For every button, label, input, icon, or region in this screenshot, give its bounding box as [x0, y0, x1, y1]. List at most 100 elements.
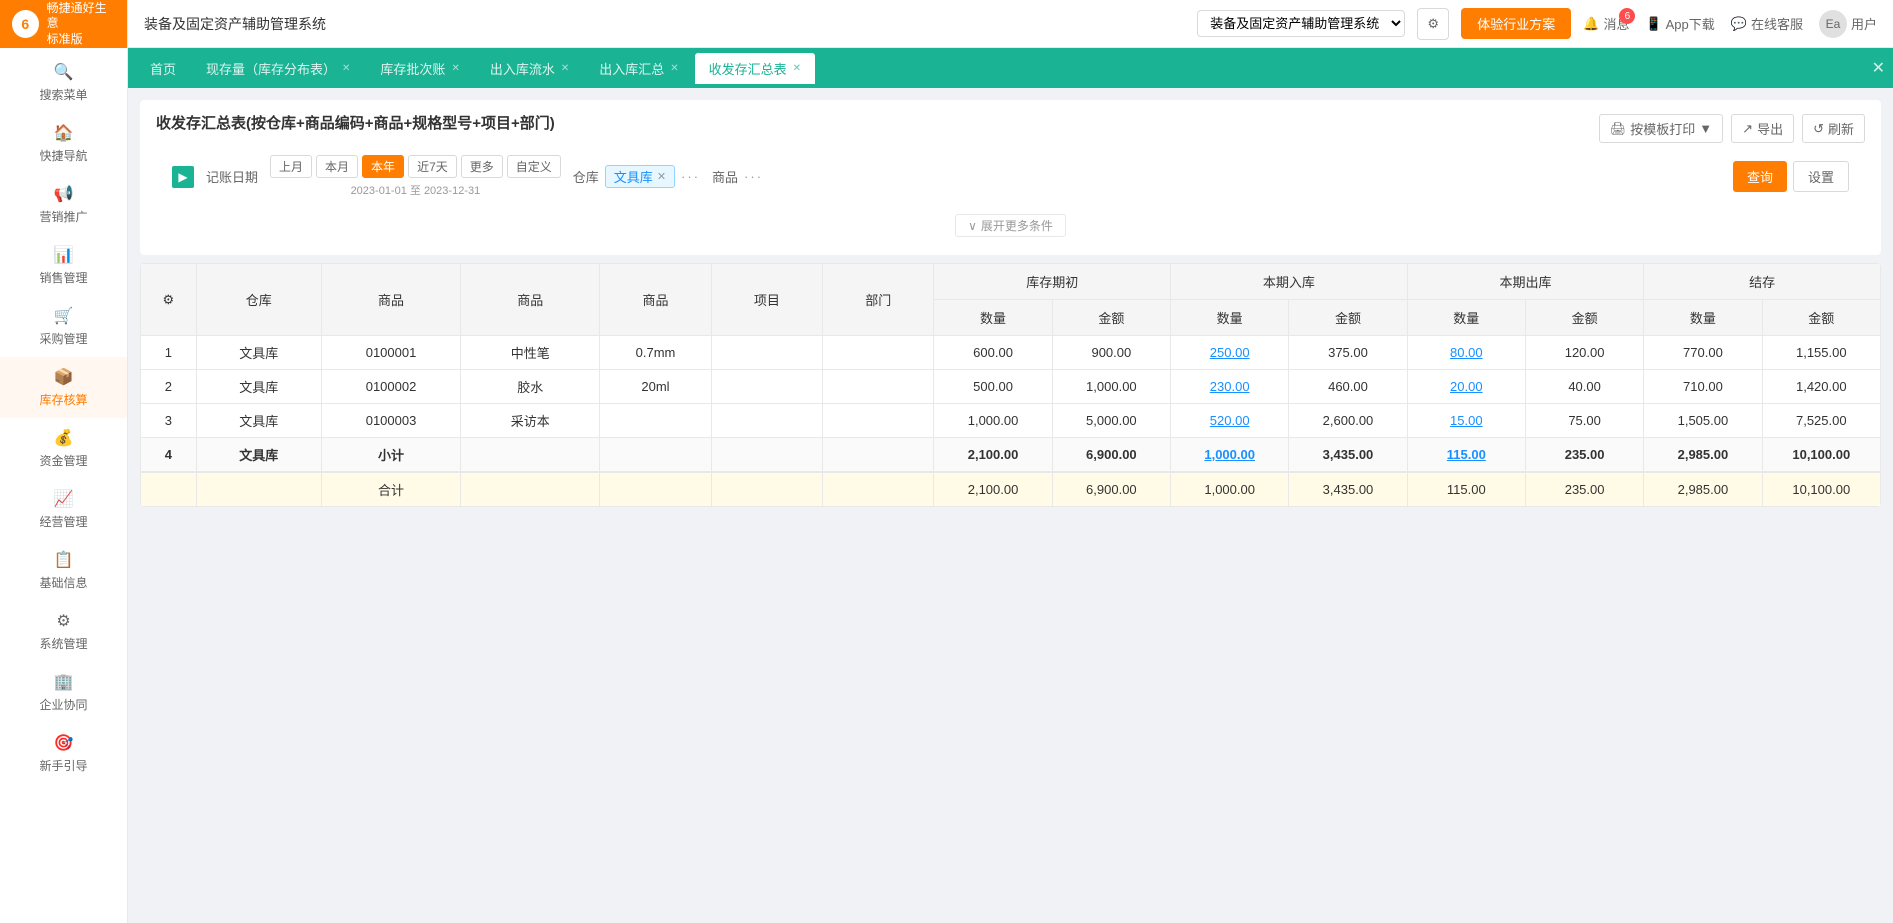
sidebar-item-basic-info[interactable]: 📋 基础信息 — [0, 540, 127, 601]
tab-receive-summary[interactable]: 收发存汇总表 ✕ — [695, 53, 815, 84]
subtotal-in-qty[interactable]: 1,000.00 — [1171, 438, 1289, 473]
settings-button[interactable]: ⚙ — [1417, 8, 1449, 40]
row1-out-amt: 120.00 — [1525, 336, 1643, 370]
tab-close-batch[interactable]: ✕ — [451, 63, 459, 74]
subtotal-goods — [461, 438, 600, 473]
spec-col-header: 商品 — [600, 264, 711, 336]
refresh-button[interactable]: ↺ 刷新 — [1802, 114, 1865, 143]
warehouse-tag-close[interactable]: ✕ — [657, 170, 666, 183]
app-download-item[interactable]: 📱 App下载 — [1645, 14, 1714, 33]
balance-col-header: 结存 — [1644, 264, 1881, 300]
tab-inventory-dist[interactable]: 现存量（库存分布表） ✕ — [192, 53, 364, 84]
tab-inout-summary[interactable]: 出入库汇总 ✕ — [585, 53, 692, 84]
row1-spec: 0.7mm — [600, 336, 711, 370]
date-btn-more[interactable]: 更多 — [461, 155, 503, 178]
date-btn-last-month[interactable]: 上月 — [270, 155, 312, 178]
sidebar-item-enterprise[interactable]: 🏢 企业协同 — [0, 662, 127, 723]
filter-setting-button[interactable]: 设置 — [1793, 161, 1849, 192]
row3-in-qty[interactable]: 520.00 — [1171, 404, 1289, 438]
user-item[interactable]: Ea 用户 — [1819, 10, 1877, 38]
row3-project — [711, 404, 822, 438]
tab-close-receive-summary[interactable]: ✕ — [793, 63, 801, 74]
row2-goods: 胶水 — [461, 370, 600, 404]
tab-inout-flow[interactable]: 出入库流水 ✕ — [476, 53, 583, 84]
online-service-label: 在线客服 — [1751, 14, 1803, 33]
sidebar-item-system[interactable]: ⚙ 系统管理 — [0, 601, 127, 662]
date-range-text: 2023-01-01 至 2023-12-31 — [351, 182, 481, 198]
logo-icon: 6 — [12, 10, 39, 38]
bal-amt-header: 金额 — [1762, 300, 1880, 336]
row1-project — [711, 336, 822, 370]
row1-out-qty[interactable]: 80.00 — [1407, 336, 1525, 370]
sidebar-item-quick-nav[interactable]: 🏠 快捷导航 — [0, 113, 127, 174]
row3-warehouse: 文具库 — [196, 404, 321, 438]
notification-item[interactable]: 🔔 消息 6 — [1583, 14, 1629, 33]
filter-expand-arrow[interactable]: ▶ — [172, 166, 194, 188]
tab-close-inventory-dist[interactable]: ✕ — [342, 63, 350, 74]
date-btn-7days[interactable]: 近7天 — [408, 155, 457, 178]
page-header: 收发存汇总表(按仓库+商品编码+商品+规格型号+项目+部门) 🖨 按模板打印 ▼… — [140, 100, 1881, 255]
row1-opening-qty: 600.00 — [934, 336, 1052, 370]
tab-bar: 首页 现存量（库存分布表） ✕ 库存批次账 ✕ 出入库流水 ✕ 出入库汇总 ✕ … — [128, 48, 1893, 88]
row3-out-qty[interactable]: 15.00 — [1407, 404, 1525, 438]
table-row: 1 文具库 0100001 中性笔 0.7mm 600.00 900.00 25… — [141, 336, 1881, 370]
system-icon: ⚙ — [56, 611, 70, 631]
system-select[interactable]: 装备及固定资产辅助管理系统 — [1197, 10, 1405, 37]
row1-code: 0100001 — [321, 336, 460, 370]
subtotal-dept — [823, 438, 934, 473]
sidebar-item-inventory[interactable]: 📦 库存核算 — [0, 357, 127, 418]
sidebar-item-marketing[interactable]: 📢 营销推广 — [0, 174, 127, 235]
mobile-icon: 📱 — [1645, 16, 1661, 32]
online-service-item[interactable]: 💬 在线客服 — [1731, 14, 1803, 33]
sidebar-item-operation[interactable]: 📈 经营管理 — [0, 479, 127, 540]
trial-button[interactable]: 体验行业方案 — [1461, 8, 1571, 39]
row1-in-qty[interactable]: 250.00 — [1171, 336, 1289, 370]
total-opening-qty: 2,100.00 — [934, 472, 1052, 507]
row2-out-qty[interactable]: 20.00 — [1407, 370, 1525, 404]
sidebar-item-guide[interactable]: 🎯 新手引导 — [0, 723, 127, 784]
enterprise-icon: 🏢 — [54, 672, 74, 692]
tab-bar-close[interactable]: ✕ — [1872, 58, 1885, 78]
total-bal-qty: 2,985.00 — [1644, 472, 1762, 507]
goods-filter-dots[interactable]: ··· — [744, 169, 763, 184]
query-button[interactable]: 查询 — [1733, 161, 1787, 192]
sidebar-item-finance[interactable]: 💰 资金管理 — [0, 418, 127, 479]
table-row: 3 文具库 0100003 采访本 1,000.00 5,000.00 520.… — [141, 404, 1881, 438]
subtotal-opening-qty: 2,100.00 — [934, 438, 1052, 473]
date-btn-this-month[interactable]: 本月 — [316, 155, 358, 178]
warehouse-col-header: 仓库 — [196, 264, 321, 336]
app-download-label: App下载 — [1666, 14, 1715, 33]
date-btn-custom[interactable]: 自定义 — [507, 155, 561, 178]
tab-close-inout-flow[interactable]: ✕ — [561, 63, 569, 74]
warehouse-filter-dots[interactable]: ··· — [681, 169, 700, 184]
subtotal-out-qty[interactable]: 115.00 — [1407, 438, 1525, 473]
opening-amt-header: 金额 — [1052, 300, 1170, 336]
row2-in-qty[interactable]: 230.00 — [1171, 370, 1289, 404]
row2-in-amt: 460.00 — [1289, 370, 1407, 404]
subtotal-num: 4 — [141, 438, 197, 473]
in-col-header: 本期入库 — [1171, 264, 1408, 300]
warehouse-tag: 文具库 ✕ — [605, 165, 675, 188]
refresh-icon: ↺ — [1813, 121, 1824, 137]
sidebar-item-sales[interactable]: 📊 销售管理 — [0, 235, 127, 296]
total-in-amt: 3,435.00 — [1289, 472, 1407, 507]
row2-opening-amt: 1,000.00 — [1052, 370, 1170, 404]
sidebar-item-purchase[interactable]: 🛒 采购管理 — [0, 296, 127, 357]
print-button[interactable]: 🖨 按模板打印 ▼ — [1599, 114, 1723, 143]
settings-column-header[interactable]: ⚙ — [141, 264, 197, 336]
sidebar-item-search[interactable]: 🔍 搜索菜单 — [0, 52, 127, 113]
purchase-icon: 🛒 — [54, 306, 74, 326]
tab-batch[interactable]: 库存批次账 ✕ — [366, 53, 473, 84]
export-button[interactable]: ↗ 导出 — [1731, 114, 1794, 143]
row2-num: 2 — [141, 370, 197, 404]
row1-bal-qty: 770.00 — [1644, 336, 1762, 370]
finance-icon: 💰 — [54, 428, 74, 448]
expand-bar: ∨ 展开更多条件 — [156, 208, 1865, 243]
expand-more-button[interactable]: ∨ 展开更多条件 — [955, 214, 1066, 237]
expand-icon: ∨ — [968, 219, 977, 233]
subtotal-spec — [600, 438, 711, 473]
date-btn-this-year[interactable]: 本年 — [362, 155, 404, 178]
tab-close-inout-summary[interactable]: ✕ — [670, 63, 678, 74]
subtotal-bal-amt: 10,100.00 — [1762, 438, 1880, 473]
tab-home[interactable]: 首页 — [136, 53, 190, 84]
